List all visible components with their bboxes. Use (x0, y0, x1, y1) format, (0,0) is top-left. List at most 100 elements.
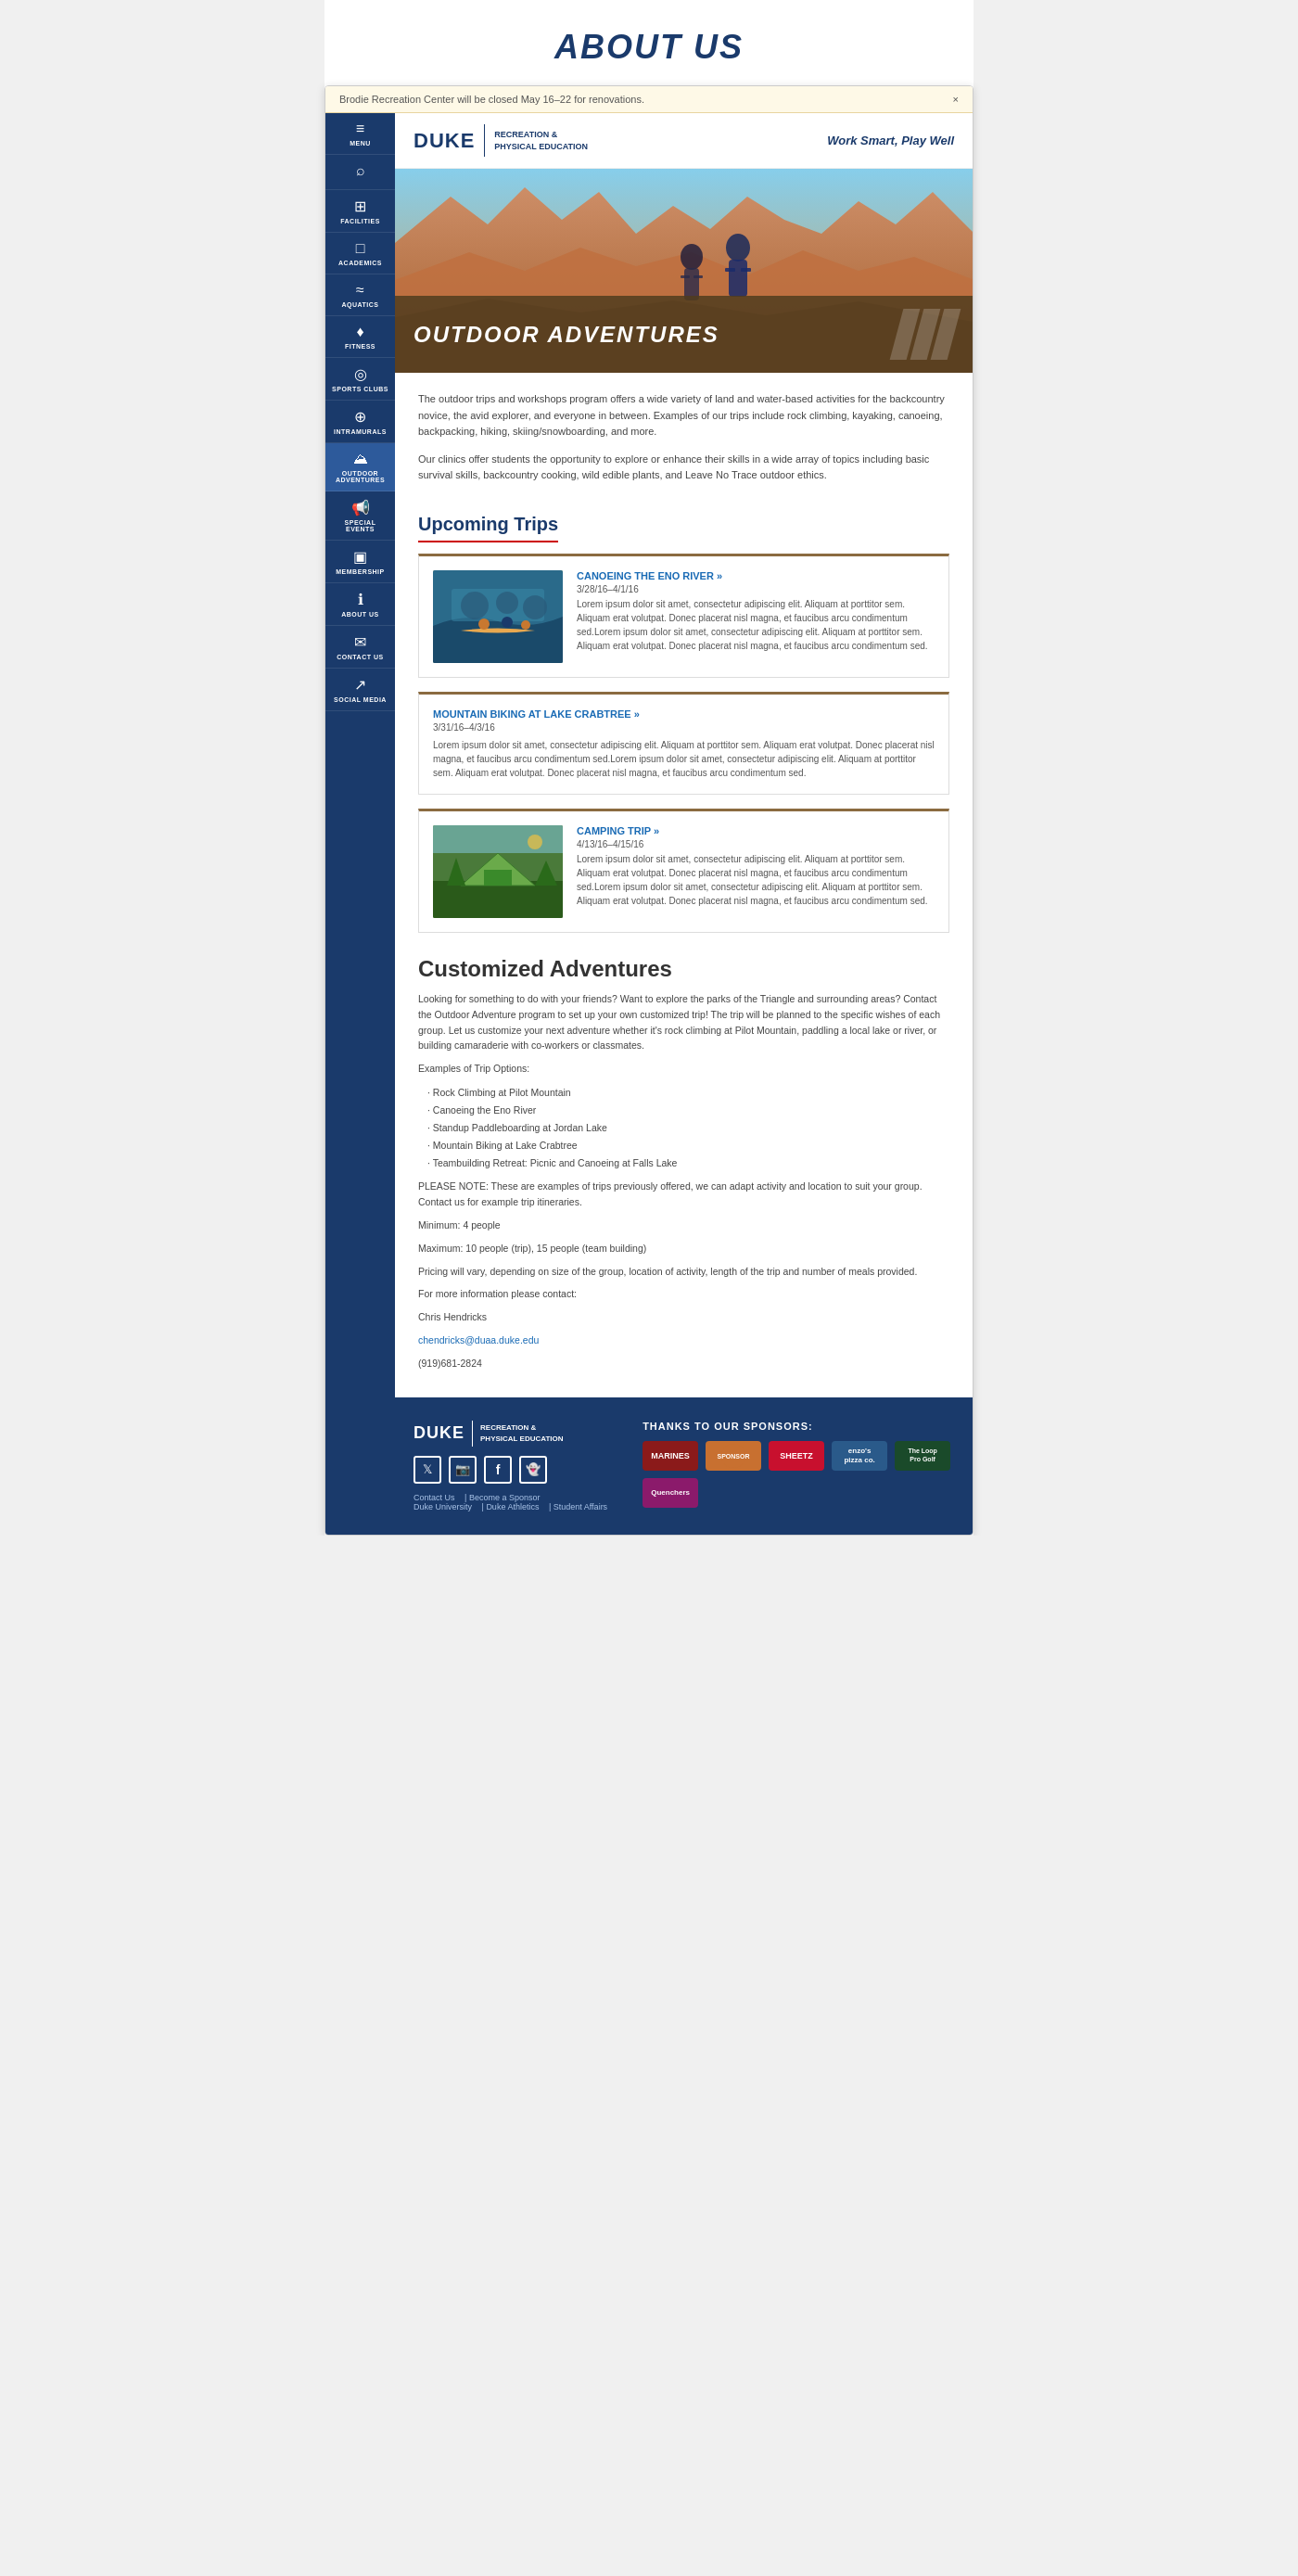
sports-clubs-icon: ◎ (354, 365, 367, 383)
intro-paragraph-1: The outdoor trips and workshops program … (418, 391, 949, 440)
contact-icon: ✉ (354, 633, 366, 651)
intro-paragraph-2: Our clinics offer students the opportuni… (418, 452, 949, 484)
sidebar: ≡ MENU ⌕ ⊞ FACILITIES □ ACADEMICS ≈ AQUA… (325, 113, 395, 1535)
trip-options-list: · Rock Climbing at Pilot Mountain · Cano… (427, 1084, 949, 1171)
trip-image-camping (433, 825, 563, 918)
trip-option-1: · Rock Climbing at Pilot Mountain (427, 1084, 949, 1102)
academics-icon: □ (356, 240, 365, 257)
become-sponsor-link[interactable]: Become a Sponsor (469, 1493, 541, 1502)
footer-logo-text: RECREATION &PHYSICAL EDUCATION (480, 1422, 564, 1443)
trip-date-camping: 4/13/16–4/15/16 (577, 839, 935, 849)
contact-us-link[interactable]: Contact Us (414, 1493, 455, 1502)
sidebar-item-intramurals[interactable]: ⊕ INTRAMURALS (325, 401, 395, 443)
sidebar-item-academics[interactable]: □ ACADEMICS (325, 233, 395, 274)
instagram-icon: 📷 (455, 1462, 470, 1476)
social-instagram-button[interactable]: 📷 (449, 1456, 477, 1484)
hero-image: OUTDOOR ADVENTURES (395, 169, 973, 373)
sidebar-label-intramurals: INTRAMURALS (334, 428, 387, 435)
sponsors-title: THANKS TO OUR SPONSORS: (643, 1421, 954, 1432)
svg-rect-6 (729, 260, 747, 297)
trip-option-3: · Standup Paddleboarding at Jordan Lake (427, 1119, 949, 1137)
svg-rect-4 (694, 275, 703, 278)
logo-text: RECREATION &PHYSICAL EDUCATION (494, 129, 588, 152)
svg-point-5 (726, 234, 750, 261)
twitter-icon: 𝕏 (423, 1462, 432, 1476)
hero-title: OUTDOOR ADVENTURES (414, 322, 719, 348)
svg-text:SPONSOR: SPONSOR (718, 1453, 750, 1460)
customized-note: PLEASE NOTE: These are examples of trips… (418, 1179, 949, 1210)
sponsor-loop: The LoopPro Golf (895, 1441, 950, 1471)
customized-contact-email[interactable]: chendricks@duaa.duke.edu (418, 1333, 949, 1348)
svg-point-25 (528, 835, 542, 849)
facebook-icon: f (496, 1462, 501, 1477)
hero-overlay: OUTDOOR ADVENTURES (395, 296, 973, 373)
sidebar-item-aquatics[interactable]: ≈ AQUATICS (325, 274, 395, 316)
student-affairs-link[interactable]: Student Affairs (554, 1502, 607, 1511)
sidebar-item-about-us[interactable]: ℹ ABOUT US (325, 583, 395, 626)
sidebar-item-fitness[interactable]: ♦ FITNESS (325, 316, 395, 358)
hero-stripes (897, 309, 954, 360)
sponsors-grid: MARINES SPONSOR SHEETZ (643, 1441, 954, 1508)
svg-point-11 (461, 592, 489, 619)
svg-rect-8 (741, 268, 751, 272)
site-header: DUKE RECREATION &PHYSICAL EDUCATION Work… (395, 113, 973, 169)
sidebar-label-contact-us: CONTACT US (337, 654, 383, 660)
sponsor-quenchers: Quenchers (643, 1478, 698, 1508)
trip-title-camping[interactable]: CAMPING TRIP » (577, 825, 935, 836)
search-icon: ⌕ (356, 162, 365, 179)
upcoming-trips-title: Upcoming Trips (418, 514, 558, 542)
trip-date-biking: 3/31/16–4/3/16 (433, 722, 935, 733)
enzos-label: enzo'spizza co. (844, 1447, 874, 1464)
duke-athletics-link[interactable]: Duke Athletics (486, 1502, 539, 1511)
sidebar-item-membership[interactable]: ▣ MEMBERSHIP (325, 541, 395, 583)
trip-card-biking: MOUNTAIN BIKING AT LAKE CRABTREE » 3/31/… (418, 692, 949, 795)
trip-title-canoeing[interactable]: CANOEING THE ENO RIVER » (577, 570, 935, 581)
sidebar-item-menu[interactable]: ≡ MENU (325, 113, 395, 155)
sponsor-sheetz: SHEETZ (769, 1441, 824, 1471)
logo-duke: DUKE (414, 129, 475, 153)
duke-university-link[interactable]: Duke University (414, 1502, 472, 1511)
trip-desc-camping: Lorem ipsum dolor sit amet, consectetur … (577, 852, 935, 908)
customized-pricing: Pricing will vary, depending on size of … (418, 1264, 949, 1280)
sponsors-area: THANKS TO OUR SPONSORS: MARINES SPONSOR (643, 1421, 954, 1511)
header-tagline: Work Smart, Play Well (827, 134, 954, 147)
customized-max: Maximum: 10 people (trip), 15 people (te… (418, 1241, 949, 1256)
trip-card-camping: CAMPING TRIP » 4/13/16–4/15/16 Lorem ips… (418, 809, 949, 933)
sidebar-item-contact-us[interactable]: ✉ CONTACT US (325, 626, 395, 669)
svg-point-13 (523, 595, 547, 619)
sidebar-item-search[interactable]: ⌕ (325, 155, 395, 190)
trip-option-5: · Teambuilding Retreat: Picnic and Canoe… (427, 1154, 949, 1172)
logo-divider (484, 124, 485, 157)
customized-contact-label: For more information please contact: (418, 1286, 949, 1302)
sidebar-item-outdoor-adventures[interactable]: ⛰ OUTDOOR ADVENTURES (325, 443, 395, 491)
svg-point-16 (521, 620, 530, 630)
footer-logo-area: DUKE RECREATION &PHYSICAL EDUCATION 𝕏 📷 (414, 1421, 615, 1511)
trip-card-canoeing: CANOEING THE ENO RIVER » 3/28/16–4/1/16 … (418, 554, 949, 678)
social-facebook-button[interactable]: f (484, 1456, 512, 1484)
sponsor-enzos: enzo'spizza co. (832, 1441, 887, 1471)
customized-min: Minimum: 4 people (418, 1218, 949, 1233)
announcement-text: Brodie Recreation Center will be closed … (339, 94, 644, 105)
about-icon: ℹ (358, 591, 363, 608)
sidebar-item-social-media[interactable]: ↗ SOCIAL MEDIA (325, 669, 395, 711)
sidebar-item-facilities[interactable]: ⊞ FACILITIES (325, 190, 395, 233)
trip-date-canoeing: 3/28/16–4/1/16 (577, 584, 935, 594)
sidebar-item-special-events[interactable]: 📢 SPECIAL EVENTS (325, 491, 395, 541)
footer-social: 𝕏 📷 f 👻 (414, 1456, 615, 1484)
sidebar-item-sports-clubs[interactable]: ◎ SPORTS CLUBS (325, 358, 395, 401)
trip-option-2: · Canoeing the Eno River (427, 1102, 949, 1119)
announcement-bar: Brodie Recreation Center will be closed … (325, 86, 973, 113)
sidebar-label-special-events: SPECIAL EVENTS (329, 519, 391, 532)
svg-rect-24 (433, 825, 563, 853)
social-snapchat-button[interactable]: 👻 (519, 1456, 547, 1484)
close-icon[interactable]: × (953, 94, 959, 105)
sidebar-label-sports-clubs: SPORTS CLUBS (332, 386, 388, 392)
trip-title-biking[interactable]: MOUNTAIN BIKING AT LAKE CRABTREE » (433, 708, 935, 720)
trip-image-canoeing (433, 570, 563, 663)
sheetz-label: SHEETZ (780, 1451, 813, 1460)
trip-desc-biking: Lorem ipsum dolor sit amet, consectetur … (433, 738, 935, 780)
loop-label: The LoopPro Golf (908, 1447, 937, 1463)
sidebar-label-outdoor-adventures: OUTDOOR ADVENTURES (329, 470, 391, 483)
social-twitter-button[interactable]: 𝕏 (414, 1456, 441, 1484)
facilities-icon: ⊞ (354, 198, 366, 215)
